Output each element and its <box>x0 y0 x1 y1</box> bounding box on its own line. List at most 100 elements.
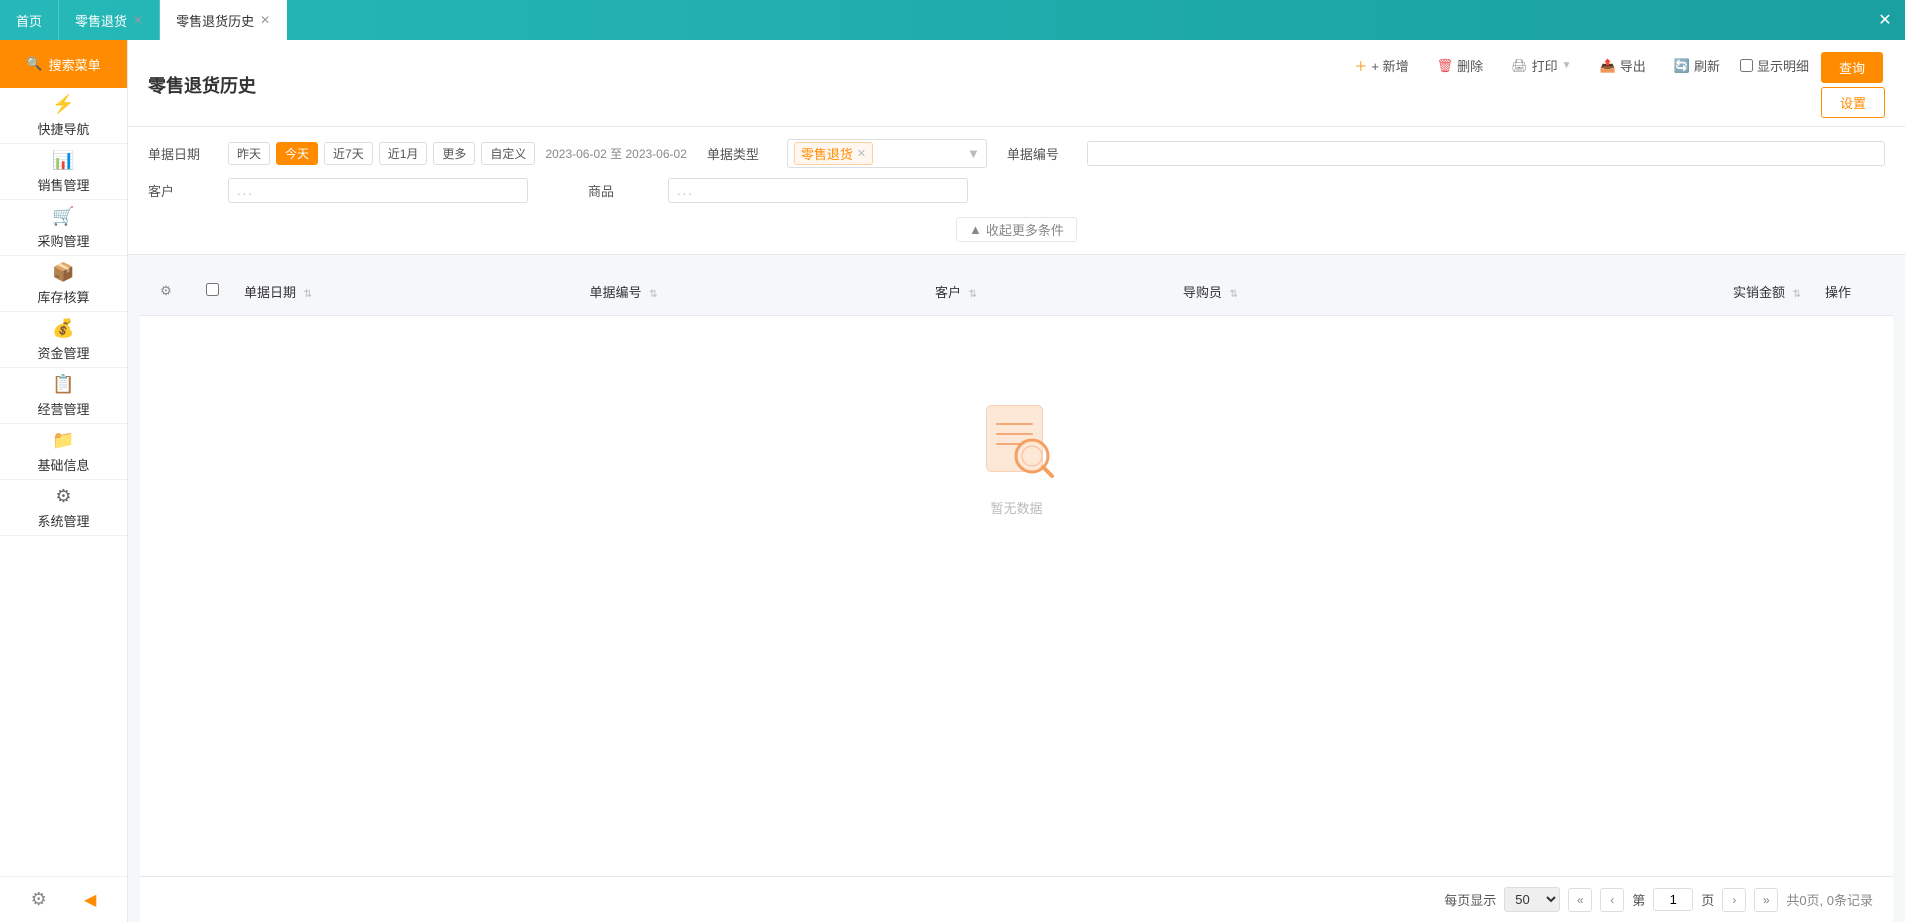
show-detail-checkbox[interactable]: 显示明细 <box>1740 56 1809 75</box>
sidebar: 🔍 搜索菜单 ⚡ 快捷导航 📊 销售管理 🛒 采购管理 📦 库存核算 💰 资金管… <box>0 40 128 922</box>
doc-type-tag-text: 零售退货 <box>801 144 853 163</box>
date-btn-last-month[interactable]: 近1月 <box>379 142 428 165</box>
date-btn-custom[interactable]: 自定义 <box>481 142 535 165</box>
sidebar-item-inventory[interactable]: 📦 库存核算 <box>0 256 127 312</box>
sidebar-item-basic-info[interactable]: 📁 基础信息 <box>0 424 127 480</box>
sidebar-search[interactable]: 🔍 搜索菜单 <box>0 40 127 88</box>
date-btn-yesterday[interactable]: 昨天 <box>228 142 270 165</box>
doc-type-label: 单据类型 <box>707 144 767 163</box>
sidebar-item-system-mgmt[interactable]: ⚙ 系统管理 <box>0 480 127 536</box>
th-guide-sort[interactable]: ⇅ <box>1229 289 1237 300</box>
collapse-up-icon: ▲ <box>969 222 982 237</box>
export-button[interactable]: 📤 导出 <box>1592 52 1654 79</box>
sidebar-item-operations[interactable]: 📋 经营管理 <box>0 368 127 424</box>
th-doc-number-sort[interactable]: ⇅ <box>649 289 657 300</box>
refresh-label: 刷新 <box>1694 56 1720 75</box>
column-settings-button[interactable]: ⚙ <box>152 277 180 305</box>
th-settings: ⚙ <box>140 267 192 316</box>
select-all-checkbox[interactable] <box>206 283 219 296</box>
delete-label: 删除 <box>1457 56 1483 75</box>
filter-area: 单据日期 昨天 今天 近7天 近1月 更多 自定义 2023-06-02 至 2… <box>128 127 1905 255</box>
delete-icon: 🗑 <box>1437 58 1454 74</box>
date-range-display: 2023-06-02 至 2023-06-02 <box>545 145 686 162</box>
goods-dots: ... <box>677 183 694 198</box>
tab-retail-return-history-close[interactable]: ✕ <box>260 13 270 27</box>
doc-number-label: 单据编号 <box>1007 144 1067 163</box>
collapse-button[interactable]: ▲ 收起更多条件 <box>956 217 1077 242</box>
doc-type-select[interactable]: 零售退货 ✕ ▼ <box>787 139 987 168</box>
page-input[interactable] <box>1653 888 1693 911</box>
goods-input[interactable]: ... <box>668 178 968 203</box>
tab-retail-return-label: 零售退货 <box>75 11 127 30</box>
print-label: 打印 <box>1532 56 1558 75</box>
show-detail-label: 显示明细 <box>1757 56 1809 75</box>
customer-input[interactable]: ... <box>228 178 528 203</box>
data-table: ⚙ 单据日期 ⇅ 单据编号 ⇅ <box>140 267 1893 597</box>
date-btn-last7[interactable]: 近7天 <box>324 142 373 165</box>
date-btn-more[interactable]: 更多 <box>433 142 475 165</box>
th-customer: 客户 ⇅ <box>923 267 1171 316</box>
operations-icon: 📋 <box>52 374 74 395</box>
empty-label: 暂无数据 <box>990 498 1042 517</box>
tab-home[interactable]: 首页 <box>0 0 59 40</box>
th-amount-label: 实销金额 <box>1733 285 1785 300</box>
next-page-button[interactable]: › <box>1722 888 1746 912</box>
th-action: 操作 <box>1813 267 1893 316</box>
finance-icon: 💰 <box>52 318 74 339</box>
sidebar-item-quick-nav-label: 快捷导航 <box>37 119 89 138</box>
doc-type-tag-close[interactable]: ✕ <box>857 147 866 160</box>
sidebar-collapse-icon[interactable]: ◀ <box>84 890 96 910</box>
print-button[interactable]: 🖨 打印 ▼ <box>1503 52 1579 79</box>
tab-retail-return-close[interactable]: ✕ <box>133 13 143 27</box>
sidebar-item-sales-mgmt[interactable]: 📊 销售管理 <box>0 144 127 200</box>
th-customer-sort[interactable]: ⇅ <box>969 289 977 300</box>
sidebar-search-label: 搜索菜单 <box>49 55 101 74</box>
pagination-bar: 每页显示 50 10 20 100 « ‹ 第 页 › » 共0页, 0条记录 <box>140 876 1893 922</box>
sidebar-bottom: ⚙ ◀ <box>0 876 127 922</box>
sidebar-settings-icon[interactable]: ⚙ <box>31 889 47 910</box>
new-button[interactable]: ＋ + 新增 <box>1346 52 1416 79</box>
system-mgmt-icon: ⚙ <box>55 486 71 507</box>
th-action-label: 操作 <box>1825 285 1851 300</box>
filter-row-1: 单据日期 昨天 今天 近7天 近1月 更多 自定义 2023-06-02 至 2… <box>148 139 1885 168</box>
refresh-button[interactable]: 🔄 刷新 <box>1666 52 1728 79</box>
show-detail-input[interactable] <box>1740 59 1753 72</box>
page-header: 零售退货历史 ＋ + 新增 🗑 删除 🖨 打印 ▼ <box>128 40 1905 127</box>
last-page-button[interactable]: » <box>1754 888 1778 912</box>
new-icon: ＋ <box>1354 56 1367 75</box>
sidebar-item-quick-nav[interactable]: ⚡ 快捷导航 <box>0 88 127 144</box>
print-arrow-icon: ▼ <box>1562 60 1572 71</box>
sidebar-item-purchase-mgmt[interactable]: 🛒 采购管理 <box>0 200 127 256</box>
total-label: 共0页, 0条记录 <box>1786 890 1873 909</box>
first-page-button[interactable]: « <box>1568 888 1592 912</box>
settings-button[interactable]: 设置 <box>1821 87 1885 118</box>
date-filter-label: 单据日期 <box>148 144 208 163</box>
delete-button[interactable]: 🗑 删除 <box>1429 52 1492 79</box>
tab-retail-return-history[interactable]: 零售退货历史 ✕ <box>160 0 287 40</box>
inventory-icon: 📦 <box>52 262 74 283</box>
per-page-select[interactable]: 50 10 20 100 <box>1504 887 1560 912</box>
window-close-button[interactable]: ✕ <box>1865 0 1905 40</box>
customer-dots: ... <box>237 183 254 198</box>
sidebar-item-purchase-label: 采购管理 <box>37 231 89 250</box>
prev-page-button[interactable]: ‹ <box>1600 888 1624 912</box>
doc-type-select-arrow: ▼ <box>967 146 980 161</box>
query-button[interactable]: 查询 <box>1821 52 1883 83</box>
basic-info-icon: 📁 <box>52 430 74 451</box>
th-doc-date-label: 单据日期 <box>244 285 296 300</box>
sidebar-item-sales-label: 销售管理 <box>37 175 89 194</box>
doc-number-input[interactable] <box>1087 141 1885 166</box>
date-btn-today[interactable]: 今天 <box>276 142 318 165</box>
toolbar: ＋ + 新增 🗑 删除 🖨 打印 ▼ 📤 导出 <box>1346 52 1809 79</box>
th-amount: 实销金额 ⇅ <box>1467 267 1813 316</box>
th-amount-sort[interactable]: ⇅ <box>1793 289 1801 300</box>
th-doc-number-label: 单据编号 <box>589 285 641 300</box>
sidebar-item-finance[interactable]: 💰 资金管理 <box>0 312 127 368</box>
th-doc-date-sort[interactable]: ⇅ <box>304 289 312 300</box>
tab-home-label: 首页 <box>16 11 42 30</box>
th-doc-date: 单据日期 ⇅ <box>232 267 577 316</box>
collapse-row: ▲ 收起更多条件 <box>148 213 1885 242</box>
tab-retail-return[interactable]: 零售退货 ✕ <box>59 0 160 40</box>
refresh-icon: 🔄 <box>1674 58 1690 74</box>
doc-type-tag: 零售退货 ✕ <box>794 142 873 165</box>
